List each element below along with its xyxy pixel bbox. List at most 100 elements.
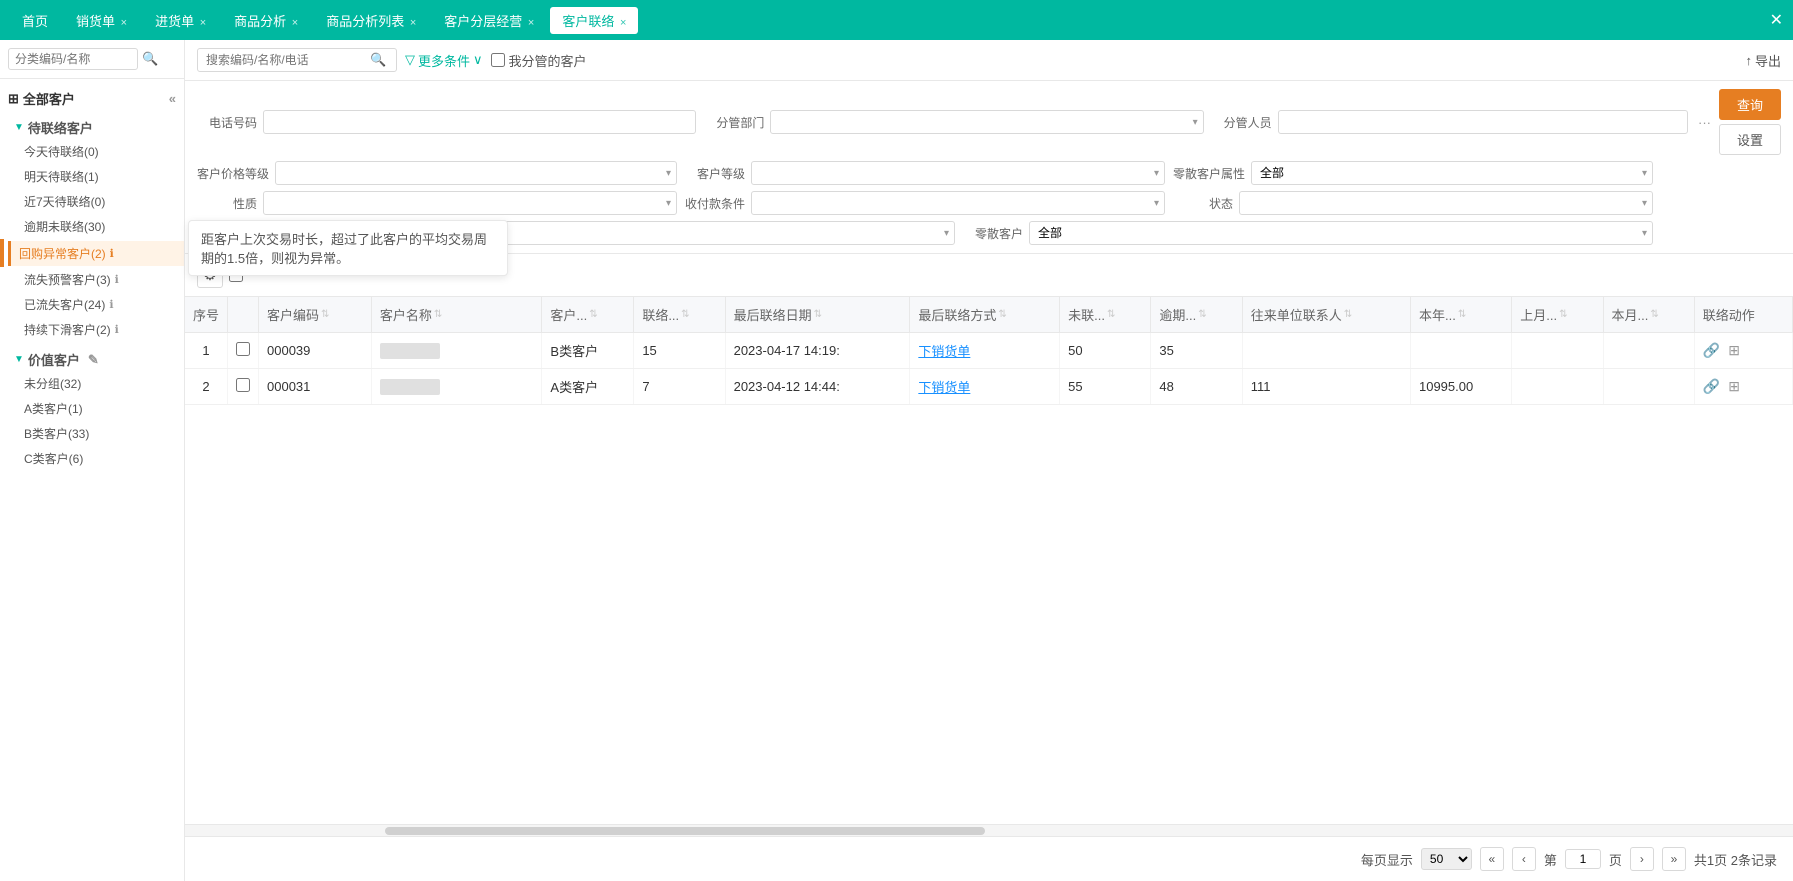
main-layout: 🔍 ⊞ 全部客户 « ▼ 待联络客户 今天待联络(0) 明天待联络(1) 近7天… <box>0 40 1793 881</box>
sidebar: 🔍 ⊞ 全部客户 « ▼ 待联络客户 今天待联络(0) 明天待联络(1) 近7天… <box>0 40 185 881</box>
sidebar-item-unclassified[interactable]: 未分组(32) <box>0 371 184 396</box>
filter-person-input[interactable] <box>1278 110 1688 134</box>
sidebar-item-declining[interactable]: 持续下滑客户(2) ℹ <box>0 317 184 342</box>
scrollbar-thumb[interactable] <box>385 827 985 835</box>
filter-dept-select[interactable] <box>770 110 1203 134</box>
col-this-month[interactable]: 本月... ⇅ <box>1603 297 1694 333</box>
next-page-btn[interactable]: › <box>1630 847 1654 871</box>
filter-sparse-customer-select[interactable]: 全部 <box>1029 221 1653 245</box>
tooltip-text: 距客户上次交易时长，超过了此客户的平均交易周期的1.5倍，则视为异常。 <box>201 232 487 266</box>
nav-product-analysis[interactable]: 商品分析 × <box>222 7 310 34</box>
filter-status-select[interactable] <box>1239 191 1653 215</box>
sidebar-root-all-customers[interactable]: ⊞ 全部客户 « <box>0 83 184 114</box>
nav-customer-tier[interactable]: 客户分层经营 × <box>432 7 546 34</box>
grid-action-icon[interactable]: ⊞ <box>1728 378 1740 395</box>
col-overdue[interactable]: 逾期... ⇅ <box>1151 297 1242 333</box>
more-filters-btn[interactable]: ▽ 更多条件 ∨ <box>405 51 483 70</box>
filter-row-2: 客户价格等级 ▾ 客户等级 ▾ 零散客户属性 全部 <box>197 161 1781 185</box>
grid-action-icon[interactable]: ⊞ <box>1728 342 1740 359</box>
masked-name <box>380 379 440 395</box>
filter-payment-label: 收付款条件 <box>685 195 745 212</box>
col-code[interactable]: 客户编码 ⇅ <box>259 297 372 333</box>
collapse-icon[interactable]: « <box>169 91 176 106</box>
last-page-btn[interactable]: » <box>1662 847 1686 871</box>
filter-sparse-customer: 零散客户 全部 ▾ <box>963 221 1653 245</box>
filter-price-level-select[interactable] <box>275 161 677 185</box>
page-input[interactable] <box>1565 849 1601 869</box>
close-icon[interactable]: × <box>620 17 626 29</box>
close-icon[interactable]: × <box>528 17 534 29</box>
col-last-date[interactable]: 最后联络日期 ⇅ <box>725 297 910 333</box>
per-page-select[interactable]: 50 100 <box>1421 848 1472 870</box>
nav-home[interactable]: 首页 <box>10 7 60 34</box>
sidebar-item-tomorrow[interactable]: 明天待联络(1) <box>0 164 184 189</box>
link-icon[interactable]: 🔗 <box>1703 342 1720 359</box>
search-icon[interactable]: 🔍 <box>142 51 158 67</box>
nav-sales[interactable]: 销货单 × <box>64 7 139 34</box>
settings-button[interactable]: 设置 <box>1719 124 1781 155</box>
sidebar-item-class-a[interactable]: A类客户(1) <box>0 396 184 421</box>
my-customers-check: 我分管的客户 <box>491 51 587 70</box>
window-close-icon[interactable]: ✕ <box>1770 10 1783 30</box>
sidebar-group-label: 待联络客户 <box>28 118 93 137</box>
filter-sparse-attr-select[interactable]: 全部 <box>1251 161 1653 185</box>
filter-phone-input[interactable] <box>263 110 696 134</box>
col-last-method[interactable]: 最后联络方式 ⇅ <box>910 297 1060 333</box>
cell-last-method[interactable]: 下销货单 <box>910 333 1060 369</box>
last-method-link[interactable]: 下销货单 <box>918 380 970 395</box>
sidebar-item-today[interactable]: 今天待联络(0) <box>0 139 184 164</box>
sidebar-item-7days[interactable]: 近7天待联络(0) <box>0 189 184 214</box>
prev-page-btn[interactable]: ‹ <box>1512 847 1536 871</box>
my-customers-checkbox[interactable] <box>491 53 505 67</box>
filter-nature-wrap: ▾ <box>263 191 677 215</box>
main-search-input[interactable] <box>206 53 366 67</box>
close-icon[interactable]: × <box>410 17 416 29</box>
nav-product-list[interactable]: 商品分析列表 × <box>314 7 428 34</box>
col-last-month[interactable]: 上月... ⇅ <box>1512 297 1603 333</box>
first-page-btn[interactable]: « <box>1480 847 1504 871</box>
dots-icon[interactable]: ··· <box>1698 115 1711 130</box>
sidebar-item-class-c[interactable]: C类客户(6) <box>0 446 184 471</box>
cell-checkbox[interactable] <box>228 369 259 405</box>
horizontal-scrollbar[interactable] <box>185 824 1793 836</box>
last-method-link[interactable]: 下销货单 <box>918 344 970 359</box>
filter-payment-select[interactable] <box>751 191 1165 215</box>
col-year-amount[interactable]: 本年... ⇅ <box>1410 297 1511 333</box>
data-table-scroll[interactable]: 序号 客户编码 ⇅ 客户名称 ⇅ 客户... ⇅ 联络... ⇅ 最后联络日期 … <box>185 297 1793 824</box>
edit-icon[interactable]: ✎ <box>88 352 99 368</box>
sort-icon: ⇅ <box>321 309 329 320</box>
col-type[interactable]: 客户... ⇅ <box>542 297 634 333</box>
filter-price-level: 客户价格等级 ▾ <box>197 161 677 185</box>
close-icon[interactable]: × <box>292 17 298 29</box>
col-contacts[interactable]: 往来单位联系人 ⇅ <box>1242 297 1410 333</box>
filter-nature-select[interactable] <box>263 191 677 215</box>
export-btn[interactable]: ↑ 导出 <box>1745 51 1781 70</box>
sidebar-group-pending[interactable]: ▼ 待联络客户 <box>0 114 184 139</box>
sidebar-item-abnormal-repurchase[interactable]: 回购异常客户(2) ℹ <box>8 241 184 266</box>
cell-name <box>371 333 542 369</box>
cell-checkbox[interactable] <box>228 333 259 369</box>
cell-contacts: 111 <box>1242 369 1410 405</box>
nav-purchase[interactable]: 进货单 × <box>143 7 218 34</box>
search-icon[interactable]: 🔍 <box>370 52 386 68</box>
sidebar-search-input[interactable] <box>8 48 138 70</box>
query-button[interactable]: 查询 <box>1719 89 1781 120</box>
sidebar-item-overdue[interactable]: 逾期未联络(30) <box>0 214 184 239</box>
col-contact-count[interactable]: 联络... ⇅ <box>634 297 725 333</box>
row-checkbox[interactable] <box>236 378 250 392</box>
filter-customer-level-select[interactable] <box>751 161 1165 185</box>
sidebar-item-lost[interactable]: 已流失客户(24) ℹ <box>0 292 184 317</box>
row-checkbox[interactable] <box>236 342 250 356</box>
nav-customer-contact[interactable]: 客户联络 × <box>550 7 638 34</box>
sidebar-item-loss-warning[interactable]: 流失预警客户(3) ℹ <box>0 267 184 292</box>
close-icon[interactable]: × <box>121 17 127 29</box>
col-unlinkable[interactable]: 未联... ⇅ <box>1060 297 1151 333</box>
sidebar-group-value[interactable]: ▼ 价值客户 ✎ <box>0 346 184 371</box>
top-nav: 首页 销货单 × 进货单 × 商品分析 × 商品分析列表 × 客户分层经营 × … <box>0 0 1793 40</box>
close-icon[interactable]: × <box>200 17 206 29</box>
filter-phone-label: 电话号码 <box>197 114 257 131</box>
col-name[interactable]: 客户名称 ⇅ <box>371 297 542 333</box>
sidebar-item-class-b[interactable]: B类客户(33) <box>0 421 184 446</box>
cell-last-method[interactable]: 下销货单 <box>910 369 1060 405</box>
link-icon[interactable]: 🔗 <box>1703 378 1720 395</box>
